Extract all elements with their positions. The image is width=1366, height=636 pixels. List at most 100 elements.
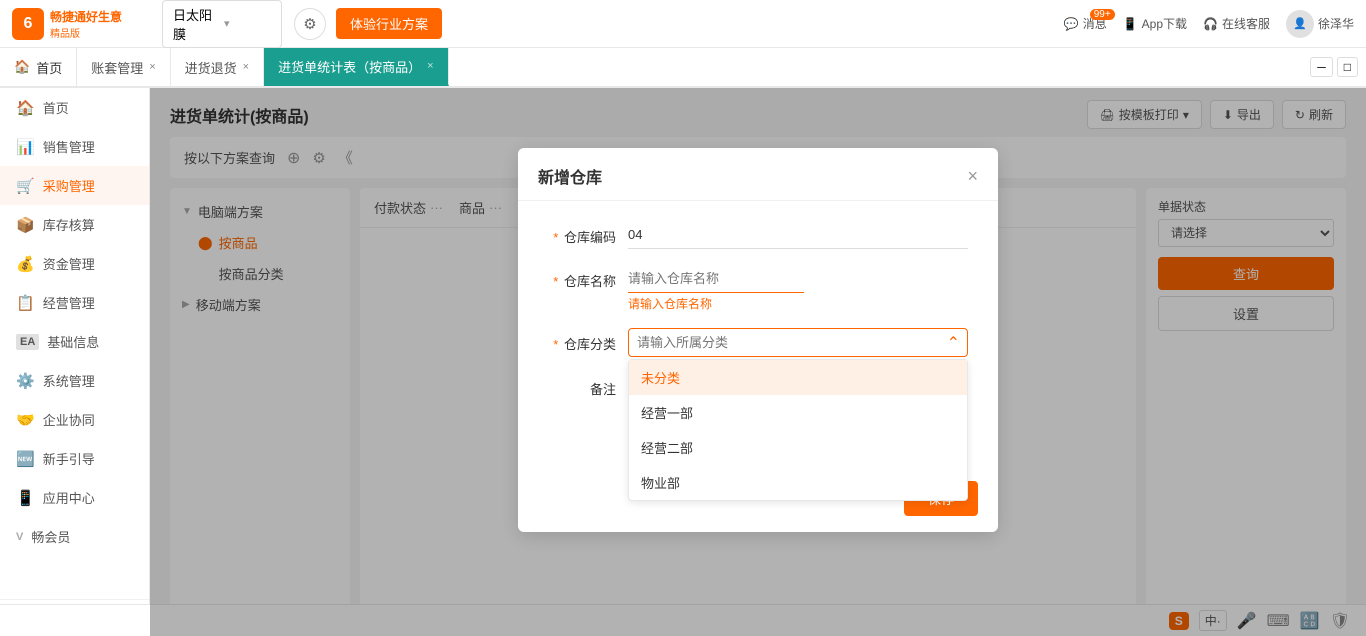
tab-purchase-stat-label: 进货单统计表（按商品） (278, 57, 421, 76)
sidebar: 🏠 首页 📊 销售管理 🛒 采购管理 📦 库存核算 💰 资金管理 📋 经营管理 … (0, 88, 150, 636)
warehouse-code-input[interactable] (628, 221, 968, 249)
sidebar-item-purchase[interactable]: 🛒 采购管理 (0, 166, 149, 205)
app-download-label: App下载 (1142, 15, 1187, 32)
category-input[interactable] (628, 328, 968, 357)
tab-purchase-stat[interactable]: 进货单统计表（按商品） × (264, 48, 448, 86)
home-icon: 🏠 (14, 59, 30, 75)
modal-header: 新增仓库 × (518, 148, 998, 201)
sidebar-item-label: 首页 (43, 98, 69, 117)
sidebar-item-label: 系统管理 (43, 371, 95, 390)
tab-accounts[interactable]: 账套管理 × (77, 48, 170, 86)
purchase-icon: 🛒 (16, 177, 35, 195)
content-area: 进货单统计(按商品) 🖨 按模板打印 ▾ ⬇ 导出 ↻ 刷新 按以下方案查询 (150, 88, 1366, 636)
tab-controls: ─ □ (1302, 48, 1366, 86)
inventory-icon: 📦 (16, 216, 35, 234)
modal-title: 新增仓库 (538, 164, 602, 188)
avatar-circle: 👤 (1286, 10, 1314, 38)
warehouse-category-row: * 仓库分类 ⌃ 未分类 经营一部 经营二部 物业部 (548, 328, 968, 357)
dropdown-item-property[interactable]: 物业部 (629, 465, 967, 500)
sidebar-item-member[interactable]: V 畅会员 (0, 517, 149, 556)
name-error-text: 请输入仓库名称 (628, 295, 968, 312)
sidebar-item-label: 畅会员 (31, 527, 70, 546)
logo-icon: 6 (12, 8, 44, 40)
name-field-wrapper: 请输入仓库名称 (628, 265, 968, 312)
headset-icon: 🎧 (1203, 17, 1218, 31)
category-dropdown-list: 未分类 经营一部 经营二部 物业部 (628, 359, 968, 501)
guide-icon: 🆕 (16, 450, 35, 468)
member-icon: V (16, 531, 23, 543)
sidebar-item-sales[interactable]: 📊 销售管理 (0, 127, 149, 166)
settings-icon[interactable]: ⚙ (294, 8, 326, 40)
sidebar-item-inventory[interactable]: 📦 库存核算 (0, 205, 149, 244)
category-dropdown-wrapper: ⌃ 未分类 经营一部 经营二部 物业部 (628, 328, 968, 357)
app-download-button[interactable]: 📱 App下载 (1123, 15, 1187, 32)
tab-minimize-button[interactable]: ─ (1310, 57, 1333, 77)
sidebar-item-guide[interactable]: 🆕 新手引导 (0, 439, 149, 478)
logo-area: 6 畅捷通好生意 精品版 (12, 8, 162, 40)
sidebar-item-label: 经营管理 (43, 293, 95, 312)
topbar-center: ⚙ 体验行业方案 (294, 8, 442, 40)
experience-button[interactable]: 体验行业方案 (336, 8, 442, 39)
online-service-label: 在线客服 (1222, 15, 1270, 32)
tabbar: 🏠 首页 账套管理 × 进货退货 × 进货单统计表（按商品） × ─ □ (0, 48, 1366, 88)
sidebar-item-label: 采购管理 (43, 176, 95, 195)
collab-icon: 🤝 (16, 411, 35, 429)
sidebar-item-collab[interactable]: 🤝 企业协同 (0, 400, 149, 439)
main-layout: 🏠 首页 📊 销售管理 🛒 采购管理 📦 库存核算 💰 资金管理 📋 经营管理 … (0, 88, 1366, 636)
sidebar-item-label: 资金管理 (43, 254, 95, 273)
warehouse-name-input[interactable] (628, 265, 804, 293)
sidebar-item-operations[interactable]: 📋 经营管理 (0, 283, 149, 322)
close-icon[interactable]: × (427, 60, 433, 72)
warehouse-code-row: * 仓库编码 (548, 221, 968, 249)
close-icon[interactable]: × (243, 61, 249, 73)
tab-accounts-label: 账套管理 (91, 58, 143, 77)
modal-overlay: 新增仓库 × * 仓库编码 * (150, 88, 1366, 636)
chevron-down-icon: ▾ (224, 17, 271, 30)
sidebar-item-label: 应用中心 (43, 488, 95, 507)
modal-close-icon[interactable]: × (967, 166, 978, 187)
sidebar-item-label: 基础信息 (47, 332, 99, 351)
warehouse-name-row: * 仓库名称 请输入仓库名称 (548, 265, 968, 312)
name-label: * 仓库名称 (548, 265, 628, 290)
close-icon[interactable]: × (149, 61, 155, 73)
modal-body: * 仓库编码 * 仓库名称 请输入仓库名称 (518, 201, 998, 469)
tab-home[interactable]: 🏠 首页 (0, 48, 77, 86)
notes-label: 备注 (548, 373, 628, 398)
sidebar-item-label: 销售管理 (43, 137, 95, 156)
topbar-right: 💬 消息 99+ 📱 App下载 🎧 在线客服 👤 徐泽华 (1064, 10, 1354, 38)
sidebar-item-finance[interactable]: 💰 资金管理 (0, 244, 149, 283)
store-selector[interactable]: 日太阳膜 ▾ (162, 0, 282, 48)
sidebar-item-system[interactable]: ⚙️ 系统管理 (0, 361, 149, 400)
tab-purchase-return-label: 进货退货 (185, 58, 237, 77)
sidebar-item-label: 新手引导 (43, 449, 95, 468)
tab-purchase-return[interactable]: 进货退货 × (171, 48, 264, 86)
sales-icon: 📊 (16, 138, 35, 156)
message-icon: 💬 (1064, 17, 1079, 31)
apps-icon: 📱 (16, 489, 35, 507)
new-warehouse-modal: 新增仓库 × * 仓库编码 * (518, 148, 998, 532)
user-avatar[interactable]: 👤 徐泽华 (1286, 10, 1354, 38)
message-button[interactable]: 💬 消息 99+ (1064, 15, 1107, 32)
system-icon: ⚙️ (16, 372, 35, 390)
tab-spacer (449, 48, 1303, 86)
sidebar-item-label: 库存核算 (43, 215, 95, 234)
phone-icon: 📱 (1123, 17, 1138, 31)
store-name: 日太阳膜 (173, 5, 220, 43)
dropdown-item-unclassified[interactable]: 未分类 (629, 360, 967, 395)
home-icon: 🏠 (16, 99, 35, 117)
sidebar-item-basicinfo[interactable]: EA 基础信息 (0, 322, 149, 361)
logo-text: 畅捷通好生意 精品版 (50, 8, 122, 40)
tab-maximize-button[interactable]: □ (1337, 57, 1358, 77)
online-service-button[interactable]: 🎧 在线客服 (1203, 15, 1270, 32)
basicinfo-icon: EA (16, 334, 39, 350)
dropdown-item-ops2[interactable]: 经营二部 (629, 430, 967, 465)
sidebar-item-label: 企业协同 (43, 410, 95, 429)
dropdown-arrow-icon[interactable]: ⌃ (947, 333, 960, 353)
username-label: 徐泽华 (1318, 15, 1354, 32)
tab-home-label: 首页 (36, 58, 62, 77)
sidebar-item-home[interactable]: 🏠 首页 (0, 88, 149, 127)
dropdown-item-ops1[interactable]: 经营一部 (629, 395, 967, 430)
message-badge: 99+ (1090, 9, 1115, 20)
sidebar-item-apps[interactable]: 📱 应用中心 (0, 478, 149, 517)
topbar: 6 畅捷通好生意 精品版 日太阳膜 ▾ ⚙ 体验行业方案 💬 消息 99+ 📱 … (0, 0, 1366, 48)
